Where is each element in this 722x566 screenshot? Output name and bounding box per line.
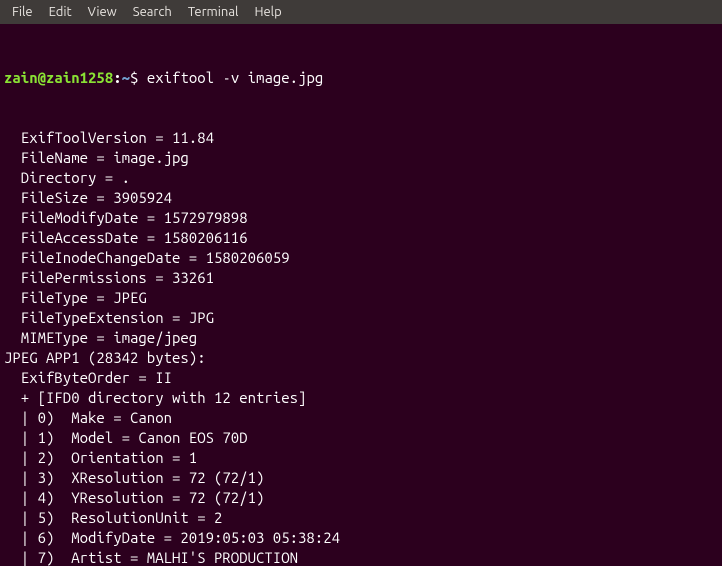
- prompt-colon: :: [113, 69, 121, 86]
- menu-view[interactable]: View: [80, 3, 125, 21]
- output-line: | 0) Make = Canon: [4, 408, 718, 428]
- command-text: exiftool -v image.jpg: [147, 69, 323, 86]
- menubar: File Edit View Search Terminal Help: [0, 0, 722, 24]
- prompt-line: zain@zain1258:~$ exiftool -v image.jpg: [4, 68, 718, 88]
- menu-edit[interactable]: Edit: [41, 3, 80, 21]
- prompt-path: ~: [122, 69, 130, 86]
- output-line: MIMEType = image/jpeg: [4, 328, 718, 348]
- output-line: | 7) Artist = MALHI'S PRODUCTION: [4, 548, 718, 566]
- output-line: | 2) Orientation = 1: [4, 448, 718, 468]
- menu-help[interactable]: Help: [246, 3, 289, 21]
- menu-search[interactable]: Search: [125, 3, 180, 21]
- output-line: FileType = JPEG: [4, 288, 718, 308]
- output-line: JPEG APP1 (28342 bytes):: [4, 348, 718, 368]
- output-line: | 3) XResolution = 72 (72/1): [4, 468, 718, 488]
- output-line: + [IFD0 directory with 12 entries]: [4, 388, 718, 408]
- output-line: FileModifyDate = 1572979898: [4, 208, 718, 228]
- output-line: ExifToolVersion = 11.84: [4, 128, 718, 148]
- prompt-user: zain: [4, 69, 38, 86]
- output-block: ExifToolVersion = 11.84 FileName = image…: [4, 128, 718, 566]
- output-line: | 5) ResolutionUnit = 2: [4, 508, 718, 528]
- output-line: FileInodeChangeDate = 1580206059: [4, 248, 718, 268]
- menu-file[interactable]: File: [4, 3, 41, 21]
- output-line: FileTypeExtension = JPG: [4, 308, 718, 328]
- output-line: FileSize = 3905924: [4, 188, 718, 208]
- output-line: FileName = image.jpg: [4, 148, 718, 168]
- output-line: FileAccessDate = 1580206116: [4, 228, 718, 248]
- output-line: ExifByteOrder = II: [4, 368, 718, 388]
- prompt-symbol: $: [130, 69, 147, 86]
- prompt-at: @: [38, 69, 46, 86]
- output-line: Directory = .: [4, 168, 718, 188]
- output-line: FilePermissions = 33261: [4, 268, 718, 288]
- output-line: | 1) Model = Canon EOS 70D: [4, 428, 718, 448]
- output-line: | 6) ModifyDate = 2019:05:03 05:38:24: [4, 528, 718, 548]
- terminal-viewport[interactable]: zain@zain1258:~$ exiftool -v image.jpg E…: [0, 24, 722, 566]
- output-line: | 4) YResolution = 72 (72/1): [4, 488, 718, 508]
- prompt-host: zain1258: [46, 69, 113, 86]
- menu-terminal[interactable]: Terminal: [180, 3, 247, 21]
